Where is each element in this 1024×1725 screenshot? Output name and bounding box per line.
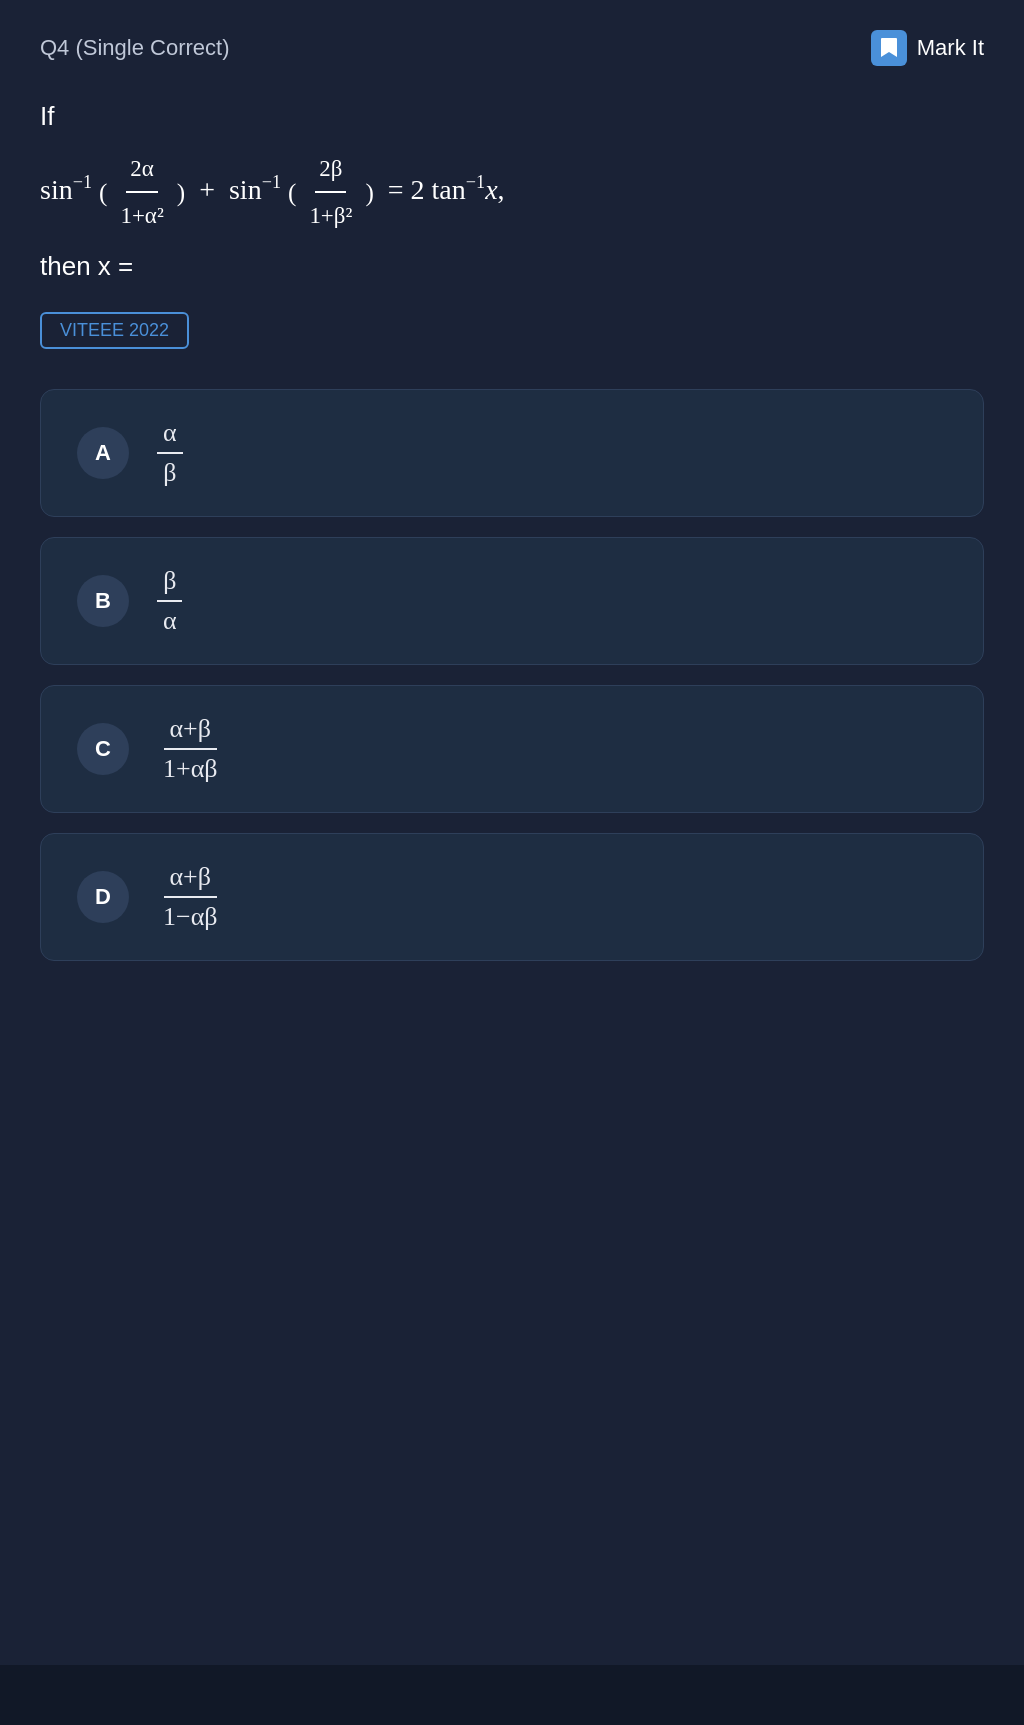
then-x-text: then x =: [40, 246, 984, 288]
header-row: Q4 (Single Correct) Mark It: [40, 30, 984, 66]
option-d[interactable]: D α+β 1−αβ: [40, 833, 984, 961]
option-a[interactable]: A α β: [40, 389, 984, 517]
option-c-circle: C: [77, 723, 129, 775]
option-b-text: β α: [157, 566, 183, 636]
option-a-text: α β: [157, 418, 183, 488]
page-container: Q4 (Single Correct) Mark It If sin−1 ( 2…: [0, 0, 1024, 1725]
question-body: If sin−1 ( 2α 1+α² ) + sin−1 ( 2β 1+β² )…: [40, 96, 984, 359]
math-formula: sin−1 ( 2α 1+α² ) + sin−1 ( 2β 1+β² ) = …: [40, 148, 984, 237]
option-b[interactable]: B β α: [40, 537, 984, 665]
mark-it-button[interactable]: Mark It: [871, 30, 984, 66]
option-d-circle: D: [77, 871, 129, 923]
question-label: Q4 (Single Correct): [40, 35, 230, 61]
option-c-text: α+β 1+αβ: [157, 714, 224, 784]
bottom-bar: [0, 1665, 1024, 1725]
option-d-text: α+β 1−αβ: [157, 862, 224, 932]
mark-it-label: Mark It: [917, 35, 984, 61]
option-a-circle: A: [77, 427, 129, 479]
option-b-circle: B: [77, 575, 129, 627]
option-c[interactable]: C α+β 1+αβ: [40, 685, 984, 813]
tag-badge[interactable]: VITEEE 2022: [40, 312, 189, 349]
question-intro: If: [40, 96, 984, 138]
options-container: A α β B β α C: [40, 389, 984, 961]
bookmark-icon: [871, 30, 907, 66]
